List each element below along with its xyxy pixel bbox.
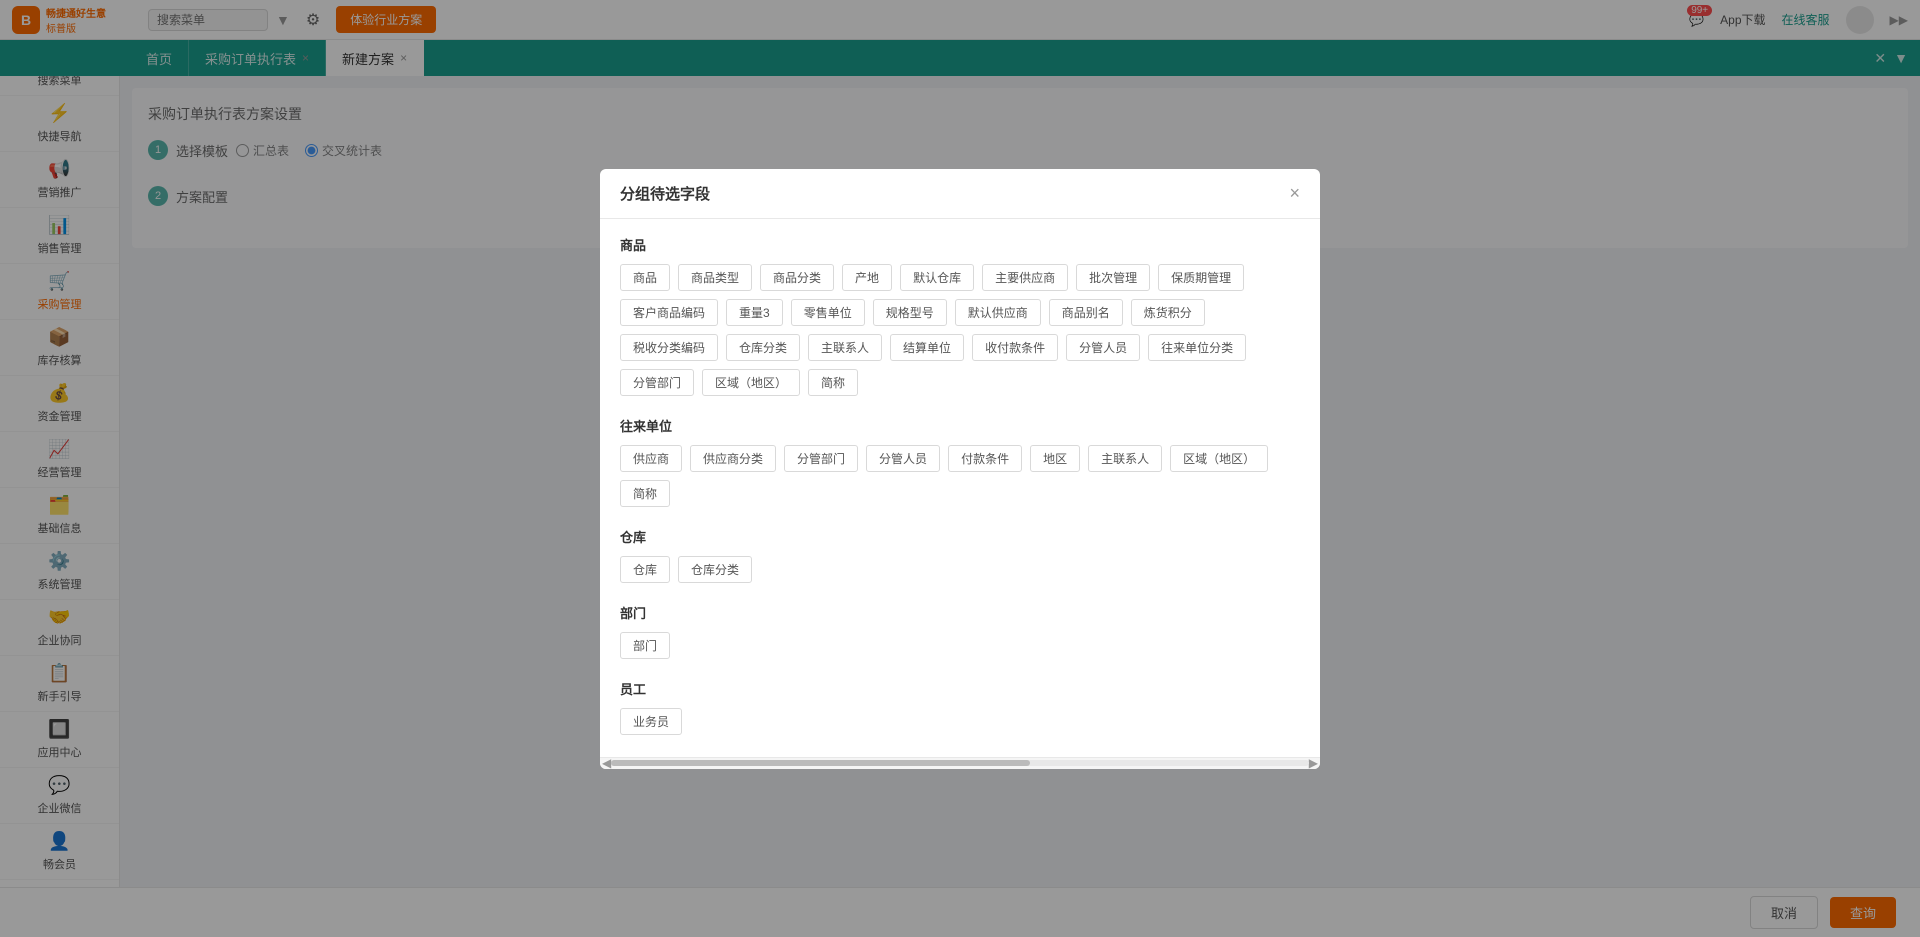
- field-tag[interactable]: 分管人员: [1066, 334, 1140, 361]
- field-tag[interactable]: 区域（地区）: [702, 369, 800, 396]
- field-group-title-往来单位: 往来单位: [620, 416, 1300, 435]
- field-tag[interactable]: 简称: [808, 369, 858, 396]
- field-tag[interactable]: 税收分类编码: [620, 334, 718, 361]
- modal-title: 分组待选字段: [620, 183, 710, 204]
- field-tag[interactable]: 付款条件: [948, 445, 1022, 472]
- field-group-仓库: 仓库仓库仓库分类: [620, 527, 1300, 583]
- field-tag[interactable]: 主要供应商: [982, 264, 1068, 291]
- field-tag[interactable]: 主联系人: [808, 334, 882, 361]
- field-tag[interactable]: 商品: [620, 264, 670, 291]
- field-group-往来单位: 往来单位供应商供应商分类分管部门分管人员付款条件地区主联系人区域（地区） 简称: [620, 416, 1300, 507]
- modal-close-button[interactable]: ×: [1289, 183, 1300, 204]
- field-tags-商品: 商品商品类型商品分类产地默认仓库主要供应商批次管理保质期管理客户商品编码重量3 零…: [620, 264, 1300, 396]
- field-tag[interactable]: 炼货积分: [1131, 299, 1205, 326]
- field-tag[interactable]: 批次管理: [1076, 264, 1150, 291]
- field-group-title-商品: 商品: [620, 235, 1300, 254]
- scrollbar-track[interactable]: [611, 760, 1309, 766]
- field-group-商品: 商品商品商品类型商品分类产地默认仓库主要供应商批次管理保质期管理客户商品编码重量…: [620, 235, 1300, 396]
- field-tag[interactable]: 保质期管理: [1158, 264, 1244, 291]
- modal-header: 分组待选字段 ×: [600, 169, 1320, 219]
- field-tag[interactable]: 分管人员: [866, 445, 940, 472]
- field-tag[interactable]: 商品类型: [678, 264, 752, 291]
- field-tag[interactable]: 默认供应商: [955, 299, 1041, 326]
- field-tag[interactable]: 业务员: [620, 708, 682, 735]
- field-tag[interactable]: 规格型号: [873, 299, 947, 326]
- field-tag[interactable]: 零售单位: [791, 299, 865, 326]
- field-tag[interactable]: 重量3: [726, 299, 783, 326]
- field-group-title-部门: 部门: [620, 603, 1300, 622]
- field-tag[interactable]: 默认仓库: [900, 264, 974, 291]
- field-tag[interactable]: 简称: [620, 480, 670, 507]
- scrollbar-left-arrow[interactable]: ◀: [602, 756, 611, 769]
- field-tag[interactable]: 客户商品编码: [620, 299, 718, 326]
- field-tag[interactable]: 商品分类: [760, 264, 834, 291]
- field-group-部门: 部门部门: [620, 603, 1300, 659]
- field-group-title-仓库: 仓库: [620, 527, 1300, 546]
- field-tag[interactable]: 结算单位: [890, 334, 964, 361]
- field-group-员工: 员工业务员: [620, 679, 1300, 735]
- modal-scrollbar[interactable]: ◀ ▶: [600, 757, 1320, 769]
- field-group-title-员工: 员工: [620, 679, 1300, 698]
- field-tag[interactable]: 仓库分类: [678, 556, 752, 583]
- field-tag[interactable]: 区域（地区）: [1170, 445, 1268, 472]
- field-tag[interactable]: 地区: [1030, 445, 1080, 472]
- scrollbar-right-arrow[interactable]: ▶: [1309, 756, 1318, 769]
- field-tags-部门: 部门: [620, 632, 1300, 659]
- field-tag[interactable]: 主联系人: [1088, 445, 1162, 472]
- field-tag[interactable]: 供应商: [620, 445, 682, 472]
- field-tag[interactable]: 供应商分类: [690, 445, 776, 472]
- field-tags-员工: 业务员: [620, 708, 1300, 735]
- modal-overlay: 分组待选字段 × 商品商品商品类型商品分类产地默认仓库主要供应商批次管理保质期管…: [0, 0, 1920, 937]
- field-tag[interactable]: 商品别名: [1049, 299, 1123, 326]
- modal: 分组待选字段 × 商品商品商品类型商品分类产地默认仓库主要供应商批次管理保质期管…: [600, 169, 1320, 769]
- field-tag[interactable]: 往来单位分类: [1148, 334, 1246, 361]
- field-tag[interactable]: 部门: [620, 632, 670, 659]
- field-tags-往来单位: 供应商供应商分类分管部门分管人员付款条件地区主联系人区域（地区） 简称: [620, 445, 1300, 507]
- field-tag[interactable]: 收付款条件: [972, 334, 1058, 361]
- modal-body[interactable]: 商品商品商品类型商品分类产地默认仓库主要供应商批次管理保质期管理客户商品编码重量…: [600, 219, 1320, 757]
- field-tag[interactable]: 产地: [842, 264, 892, 291]
- field-tag[interactable]: 仓库: [620, 556, 670, 583]
- field-tag[interactable]: 分管部门: [620, 369, 694, 396]
- field-tag[interactable]: 仓库分类: [726, 334, 800, 361]
- field-tag[interactable]: 分管部门: [784, 445, 858, 472]
- scrollbar-thumb[interactable]: [611, 760, 1030, 766]
- field-tags-仓库: 仓库仓库分类: [620, 556, 1300, 583]
